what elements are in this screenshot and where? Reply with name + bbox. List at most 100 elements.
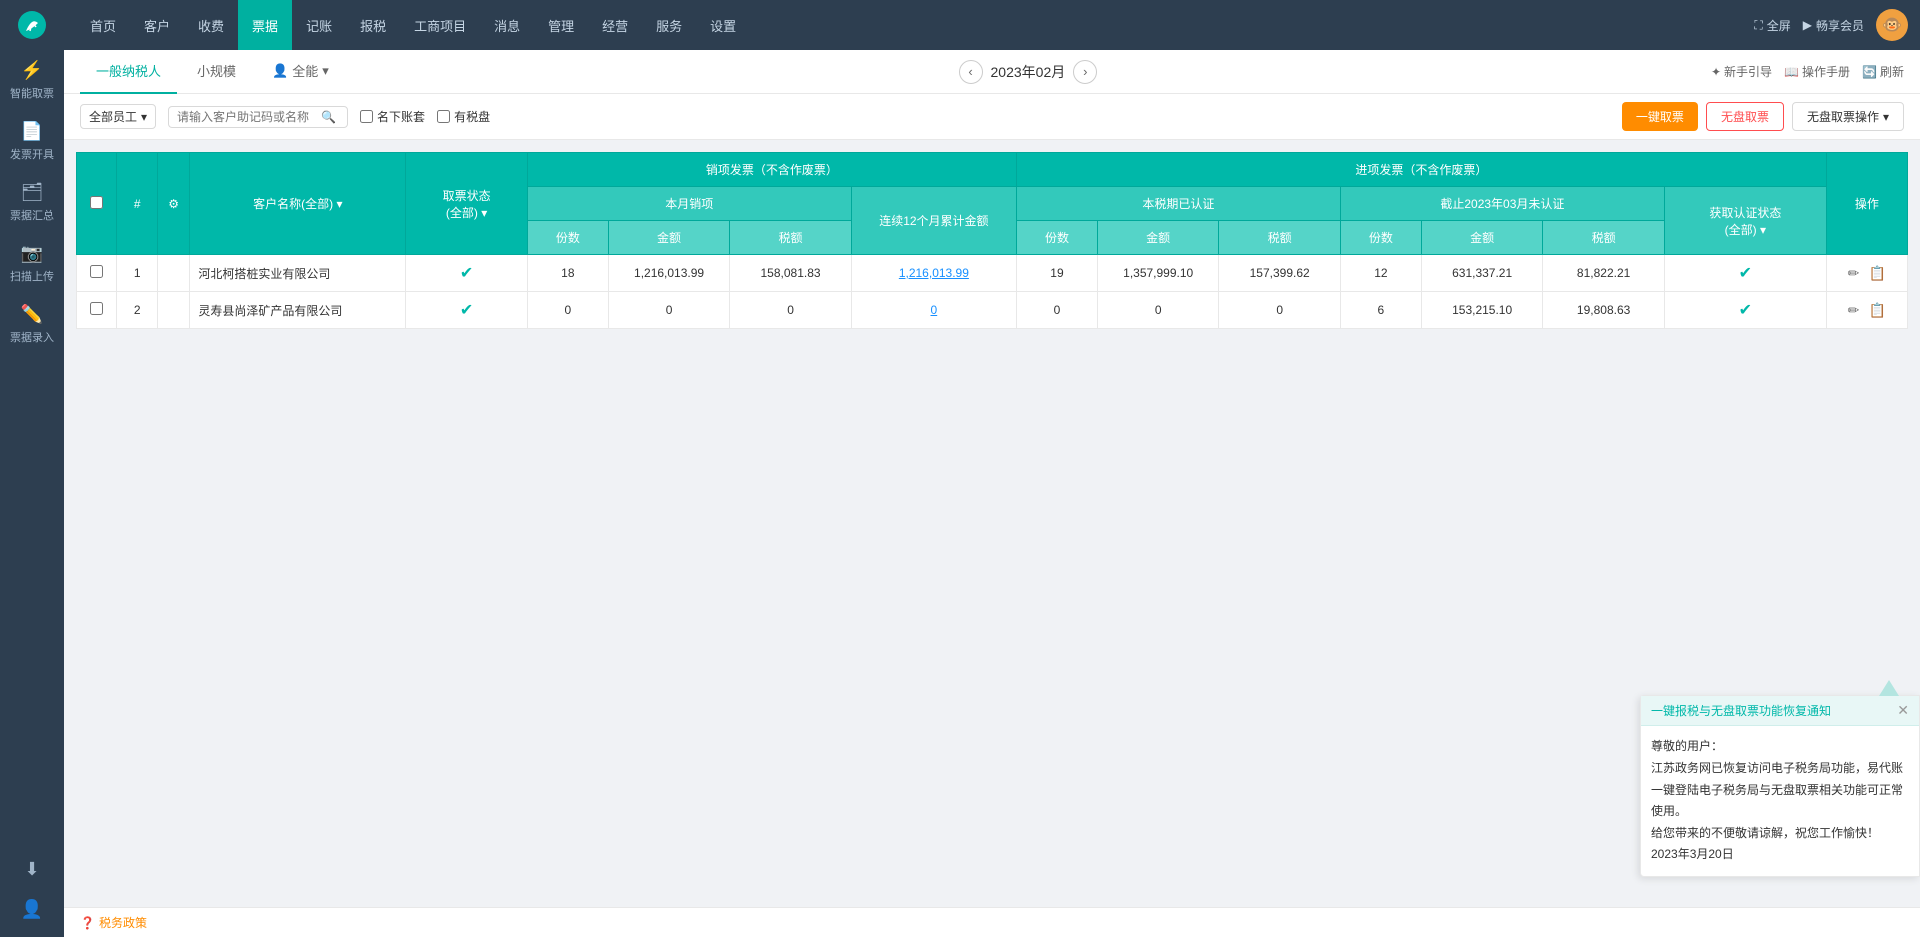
employee-select[interactable]: 全部员工 ▾	[80, 104, 156, 129]
th-consecutive-12m: 连续12个月累计金额	[851, 187, 1016, 255]
nav-manage[interactable]: 管理	[534, 0, 588, 50]
th-monthly-sales: 本月销项	[527, 187, 851, 221]
row-checkbox[interactable]	[77, 255, 117, 292]
nav-right: ⛶ 全屏 ▶ 畅享会员 🐵	[1754, 9, 1908, 41]
refresh-button[interactable]: 🔄 刷新	[1862, 63, 1904, 80]
select-all-checkbox[interactable]	[90, 196, 103, 209]
sidebar-item-invoice-summary[interactable]: 🗂 票据汇总	[0, 172, 64, 233]
th-operation: 操作	[1826, 153, 1907, 255]
data-entry-icon: ✏️	[21, 304, 43, 325]
guide-icon: ✦	[1711, 65, 1721, 79]
chevron-down-icon: ▾	[141, 110, 147, 124]
nav-business[interactable]: 工商项目	[400, 0, 480, 50]
th-monthly-amount: 金额	[608, 221, 729, 255]
sidebar-item-data-entry[interactable]: ✏️ 票据录入	[0, 294, 64, 355]
tax-policy-link[interactable]: ❓ 税务政策	[80, 914, 147, 931]
user-button[interactable]: 👤	[0, 891, 64, 927]
employee-select-label: 全部员工	[89, 108, 137, 125]
one-click-fetch-button[interactable]: 一键取票	[1622, 102, 1698, 131]
tab-small-scale[interactable]: 小规模	[181, 50, 252, 94]
view-button[interactable]: 📋	[1869, 265, 1886, 281]
row-checkbox-input[interactable]	[90, 265, 103, 278]
sidebar-item-invoice-open[interactable]: 📄 发票开具	[0, 111, 64, 172]
row-checkbox-input[interactable]	[90, 302, 103, 315]
manual-icon: 📖	[1784, 65, 1799, 79]
th-cert-amount: 金额	[1097, 221, 1218, 255]
nav-bookkeeping[interactable]: 记账	[292, 0, 346, 50]
edit-button[interactable]: ✏	[1848, 265, 1860, 281]
nav-invoice[interactable]: 票据	[238, 0, 292, 50]
row-operation: ✏ 📋	[1826, 292, 1907, 329]
member-button[interactable]: ▶ 畅享会员	[1803, 17, 1864, 34]
nav-service[interactable]: 服务	[642, 0, 696, 50]
sidebar-item-scan-upload[interactable]: 📷 扫描上传	[0, 233, 64, 294]
edit-button[interactable]: ✏	[1848, 302, 1860, 318]
row-monthly-tax: 158,081.83	[730, 255, 851, 292]
notification-line: 2023年3月20日	[1651, 844, 1909, 866]
no-disk-ops-button[interactable]: 无盘取票操作 ▾	[1792, 102, 1904, 131]
notification-body: 尊敬的用户：江苏政务网已恢复访问电子税务局功能，易代账一键登陆电子税务局与无盘取…	[1641, 726, 1919, 876]
row-cert-status: ✔	[1664, 255, 1826, 292]
tab-actions: ✦ 新手引导 📖 操作手册 🔄 刷新	[1711, 63, 1904, 80]
nav-collection[interactable]: 收费	[184, 0, 238, 50]
checkbox-under-account-input[interactable]	[360, 110, 373, 123]
fullscreen-button[interactable]: ⛶ 全屏	[1754, 17, 1790, 34]
period-label: 2023年02月	[991, 62, 1066, 82]
no-disk-fetch-button[interactable]: 无盘取票	[1706, 102, 1784, 131]
checkbox-has-disk[interactable]: 有税盘	[437, 108, 490, 125]
next-period-button[interactable]: ›	[1073, 60, 1097, 84]
th-sales-invoice: 销项发票（不含作废票）	[527, 153, 1016, 187]
user-avatar[interactable]: 🐵	[1876, 9, 1908, 41]
row-uncert-tax: 19,808.63	[1543, 292, 1664, 329]
nav-tax[interactable]: 报税	[346, 0, 400, 50]
nav-settings[interactable]: 设置	[696, 0, 750, 50]
th-uncert-tax: 税额	[1543, 221, 1664, 255]
manual-button[interactable]: 📖 操作手册	[1784, 63, 1850, 80]
row-settings	[157, 255, 189, 292]
view-button[interactable]: 📋	[1869, 302, 1886, 318]
th-settings: ⚙	[157, 153, 189, 255]
prev-period-button[interactable]: ‹	[959, 60, 983, 84]
th-index: #	[117, 153, 157, 255]
row-checkbox[interactable]	[77, 292, 117, 329]
new-guide-button[interactable]: ✦ 新手引导	[1711, 63, 1772, 80]
nav-message[interactable]: 消息	[480, 0, 534, 50]
row-monthly-amount: 0	[608, 292, 729, 329]
checkbox-has-disk-input[interactable]	[437, 110, 450, 123]
row-operation: ✏ 📋	[1826, 255, 1907, 292]
row-uncert-count: 12	[1340, 255, 1421, 292]
notification-line: 给您带来的不便敬请谅解，祝您工作愉快！	[1651, 823, 1909, 845]
th-input-invoice: 进项发票（不含作废票）	[1016, 153, 1826, 187]
row-settings	[157, 292, 189, 329]
chevron-down-icon: ▾	[1883, 110, 1889, 124]
th-cert-status: 获取认证状态(全部) ▾	[1664, 187, 1826, 255]
smart-fetch-icon: ⚡	[21, 60, 43, 81]
scan-upload-icon: 📷	[21, 243, 43, 264]
filter-bar: 全部员工 ▾ 🔍 名下账套 有税盘 一键取票 无盘取票 无盘取票操作 ▾	[64, 94, 1920, 140]
nav-operation[interactable]: 经营	[588, 0, 642, 50]
tax-policy-icon: ❓	[80, 916, 95, 930]
nav-customer[interactable]: 客户	[130, 0, 184, 50]
nav-home[interactable]: 首页	[76, 0, 130, 50]
search-icon[interactable]: 🔍	[321, 110, 336, 124]
row-customer-name: 河北柯搭桩实业有限公司	[190, 255, 406, 292]
tab-all[interactable]: 👤 全能 ▾	[256, 50, 345, 94]
download-button[interactable]: ⬇	[0, 851, 64, 887]
main-table: # ⚙ 客户名称(全部) ▾ 取票状态(全部) ▾ 销项发票（不含作废票） 进项…	[76, 152, 1908, 329]
checkbox-under-account[interactable]: 名下账套	[360, 108, 425, 125]
row-cert-amount: 0	[1097, 292, 1218, 329]
row-customer-name: 灵寿县尚泽矿产品有限公司	[190, 292, 406, 329]
logo	[0, 0, 64, 50]
sidebar-item-smart-fetch[interactable]: ⚡ 智能取票	[0, 50, 64, 111]
notification-close-button[interactable]: ✕	[1897, 702, 1909, 719]
tab-general-taxpayer[interactable]: 一般纳税人	[80, 50, 177, 94]
notification-arrow	[1879, 680, 1899, 696]
search-input[interactable]	[177, 110, 317, 124]
row-fetch-status: ✔	[406, 292, 527, 329]
th-uncert-amount: 金额	[1421, 221, 1542, 255]
row-uncert-count: 6	[1340, 292, 1421, 329]
all-icon: 👤	[272, 63, 288, 79]
notification-header: 一键报税与无盘取票功能恢复通知 ✕	[1641, 696, 1919, 726]
row-cert-count: 0	[1016, 292, 1097, 329]
th-cert-tax: 税额	[1219, 221, 1340, 255]
